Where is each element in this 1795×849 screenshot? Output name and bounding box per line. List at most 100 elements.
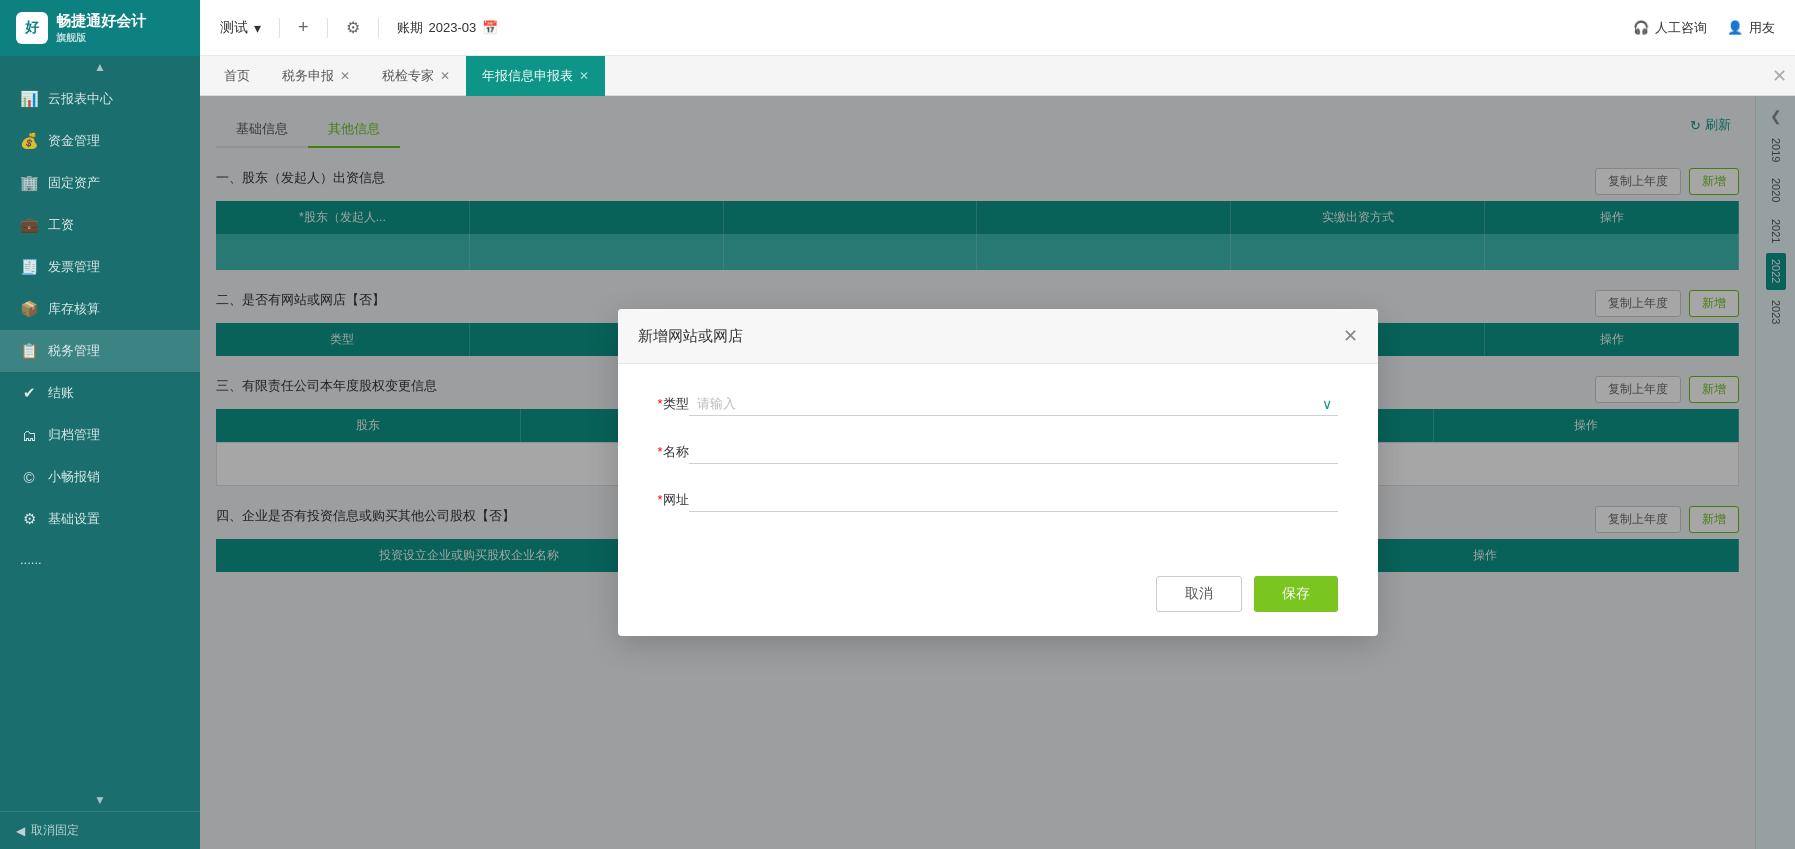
- tab-home-label: 首页: [224, 67, 250, 85]
- pin-icon: ◀: [16, 824, 25, 838]
- sidebar-item-cloud-report[interactable]: 📊 云报表中心: [0, 78, 200, 120]
- period-label: 账期: [397, 19, 423, 37]
- tab-tax-declaration-close[interactable]: ✕: [340, 69, 350, 83]
- sidebar-item-label: 资金管理: [48, 132, 100, 150]
- sidebar-item-tax[interactable]: 📋 税务管理: [0, 330, 200, 372]
- tab-tax-inspection[interactable]: 税检专家 ✕: [366, 56, 466, 96]
- sidebar-item-payroll[interactable]: 💼 工资: [0, 204, 200, 246]
- support-button[interactable]: 🎧 人工咨询: [1633, 19, 1707, 37]
- support-label: 人工咨询: [1655, 19, 1707, 37]
- xiaochang-icon: ©: [20, 468, 38, 486]
- main-area: 测试 ▾ + ⚙ 账期 2023-03 📅 🎧 人工咨询 👤 用友 首页: [200, 0, 1795, 849]
- sidebar-item-label: ......: [20, 552, 42, 567]
- cancel-pin-button[interactable]: ◀ 取消固定: [0, 811, 200, 849]
- name-input[interactable]: [689, 440, 1338, 463]
- period-display: 账期 2023-03 📅: [397, 19, 499, 37]
- dialog-body: *类型 ∨ *名称: [618, 364, 1378, 560]
- sidebar-item-label: 小畅报销: [48, 468, 100, 486]
- dropdown-arrow-icon[interactable]: ∨: [1322, 396, 1338, 412]
- fixed-assets-icon: 🏢: [20, 174, 38, 192]
- sidebar-item-label: 固定资产: [48, 174, 100, 192]
- sidebar-item-label: 工资: [48, 216, 74, 234]
- sidebar-item-label: 云报表中心: [48, 90, 113, 108]
- cancel-pin-label: 取消固定: [31, 822, 79, 839]
- modal-overlay: 新增网站或网店 ✕ *类型 ∨: [200, 96, 1795, 849]
- app-sub-name: 旗舰版: [56, 31, 146, 45]
- app-name: 畅捷通好会计: [56, 12, 146, 31]
- field-url-input-wrap: [689, 488, 1338, 512]
- sidebar-item-archive[interactable]: 🗂 归档管理: [0, 414, 200, 456]
- tab-tax-declaration-label: 税务申报: [282, 67, 334, 85]
- topbar-divider-2: [327, 18, 328, 38]
- sidebar-item-more[interactable]: ......: [0, 540, 200, 579]
- sidebar-scroll-down[interactable]: ▼: [0, 789, 200, 811]
- dialog-close-button[interactable]: ✕: [1343, 325, 1358, 347]
- tab-annual-report-label: 年报信息申报表: [482, 67, 573, 85]
- close-panel-button[interactable]: ✕: [1772, 65, 1787, 87]
- sidebar-scroll-up[interactable]: ▲: [0, 56, 200, 78]
- user-label: 用友: [1749, 19, 1775, 37]
- field-name: *名称: [658, 440, 1338, 464]
- calendar-icon[interactable]: 📅: [482, 20, 498, 35]
- sidebar-item-invoice[interactable]: 🧾 发票管理: [0, 246, 200, 288]
- content-area: 基础信息 其他信息 ↻ 刷新 一、股东（发起人）出资信息 复制上年度: [200, 96, 1795, 849]
- sidebar-item-checkout[interactable]: ✔ 结账: [0, 372, 200, 414]
- topbar-divider-1: [279, 18, 280, 38]
- sidebar-item-label: 归档管理: [48, 426, 100, 444]
- archive-icon: 🗂: [20, 426, 38, 444]
- settings-icon: ⚙: [20, 510, 38, 528]
- add-company-button[interactable]: +: [298, 17, 309, 38]
- payroll-icon: 💼: [20, 216, 38, 234]
- topbar-right: 🎧 人工咨询 👤 用友: [1633, 19, 1775, 37]
- save-button[interactable]: 保存: [1254, 576, 1338, 612]
- sidebar-item-label: 结账: [48, 384, 74, 402]
- sidebar-item-inventory[interactable]: 📦 库存核算: [0, 288, 200, 330]
- sidebar-nav: 📊 云报表中心 💰 资金管理 🏢 固定资产 💼 工资 🧾 发票管理 📦 库存核算…: [0, 78, 200, 789]
- tab-annual-report-close[interactable]: ✕: [579, 69, 589, 83]
- invoice-icon: 🧾: [20, 258, 38, 276]
- dialog-title: 新增网站或网店: [638, 327, 743, 346]
- headset-icon: 🎧: [1633, 20, 1649, 35]
- field-name-label: *名称: [658, 443, 689, 461]
- cancel-button[interactable]: 取消: [1156, 576, 1242, 612]
- cloud-report-icon: 📊: [20, 90, 38, 108]
- sidebar-item-fund-management[interactable]: 💰 资金管理: [0, 120, 200, 162]
- sidebar-item-basic-settings[interactable]: ⚙ 基础设置: [0, 498, 200, 540]
- company-name: 测试: [220, 19, 248, 37]
- sidebar-item-xiaochang[interactable]: © 小畅报销: [0, 456, 200, 498]
- fund-icon: 💰: [20, 132, 38, 150]
- app-logo: 好 畅捷通好会计 旗舰版: [0, 0, 200, 56]
- settings-button[interactable]: ⚙: [346, 18, 360, 37]
- period-value: 2023-03: [429, 20, 477, 35]
- dialog-footer: 取消 保存: [618, 560, 1378, 636]
- tabs-bar: 首页 税务申报 ✕ 税检专家 ✕ 年报信息申报表 ✕ ✕: [200, 56, 1795, 96]
- company-dropdown-icon: ▾: [254, 20, 261, 36]
- tab-tax-declaration[interactable]: 税务申报 ✕: [266, 56, 366, 96]
- url-input[interactable]: [689, 488, 1338, 511]
- sidebar-item-fixed-assets[interactable]: 🏢 固定资产: [0, 162, 200, 204]
- inventory-icon: 📦: [20, 300, 38, 318]
- checkout-icon: ✔: [20, 384, 38, 402]
- type-input[interactable]: [689, 392, 1322, 415]
- sidebar-item-label: 发票管理: [48, 258, 100, 276]
- logo-icon: 好: [16, 12, 48, 44]
- field-url-label: *网址: [658, 491, 689, 509]
- company-selector[interactable]: 测试 ▾: [220, 19, 261, 37]
- sidebar: 好 畅捷通好会计 旗舰版 ▲ 📊 云报表中心 💰 资金管理 🏢 固定资产 💼 工…: [0, 0, 200, 849]
- field-type: *类型 ∨: [658, 392, 1338, 416]
- add-website-dialog: 新增网站或网店 ✕ *类型 ∨: [618, 309, 1378, 636]
- sidebar-item-label: 税务管理: [48, 342, 100, 360]
- user-icon: 👤: [1727, 20, 1743, 35]
- tab-tax-inspection-close[interactable]: ✕: [440, 69, 450, 83]
- field-name-input-wrap: [689, 440, 1338, 464]
- tab-tax-inspection-label: 税检专家: [382, 67, 434, 85]
- field-type-input-wrap: ∨: [689, 392, 1338, 416]
- field-url: *网址: [658, 488, 1338, 512]
- tab-annual-report[interactable]: 年报信息申报表 ✕: [466, 56, 605, 96]
- topbar-divider-3: [378, 18, 379, 38]
- dialog-header: 新增网站或网店 ✕: [618, 309, 1378, 364]
- tax-icon: 📋: [20, 342, 38, 360]
- field-type-label: *类型: [658, 395, 689, 413]
- user-button[interactable]: 👤 用友: [1727, 19, 1775, 37]
- tab-home[interactable]: 首页: [208, 56, 266, 96]
